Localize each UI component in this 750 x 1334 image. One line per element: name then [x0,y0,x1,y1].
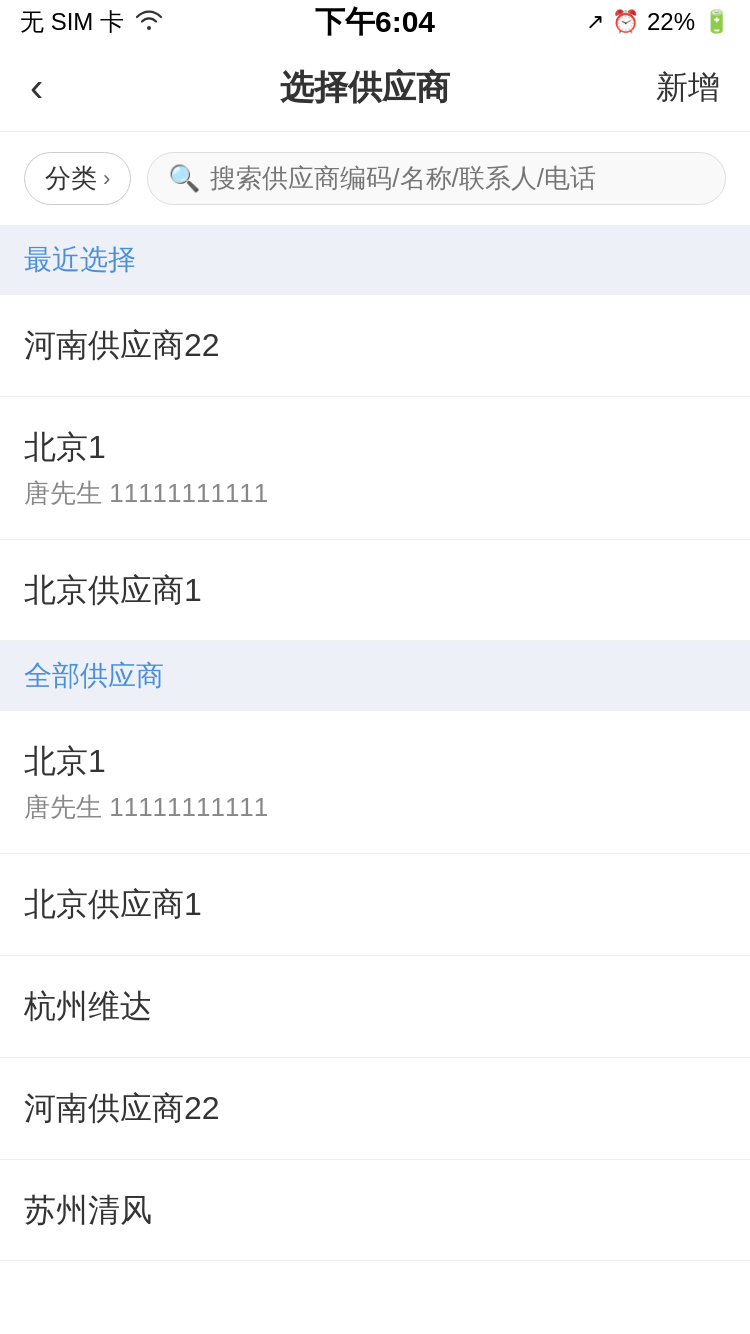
back-button[interactable]: ‹ [30,65,90,110]
location-icon: ↗ [586,9,604,35]
item-name: 河南供应商22 [24,1086,726,1131]
filter-bar: 分类 › 🔍 [0,132,750,225]
list-item[interactable]: 北京供应商1 [0,540,750,642]
battery-text: 22% [647,8,695,36]
add-new-button[interactable]: 新增 [640,66,720,110]
status-right: ↗ ⏰ 22% 🔋 [586,8,730,36]
item-name: 杭州维达 [24,984,726,1029]
recent-list: 河南供应商22 北京1 唐先生 11111111111 北京供应商1 [0,295,750,641]
status-bar: 无 SIM 卡 下午6:04 ↗ ⏰ 22% 🔋 [0,0,750,44]
search-icon: 🔍 [168,163,200,194]
category-label: 分类 [45,161,97,196]
recent-section-header: 最近选择 [0,225,750,295]
list-item[interactable]: 北京1 唐先生 11111111111 [0,397,750,540]
list-item[interactable]: 北京1 唐先生 11111111111 [0,711,750,854]
status-left: 无 SIM 卡 [20,6,164,38]
page-title: 选择供应商 [90,65,640,111]
list-item[interactable]: 苏州清风 [0,1160,750,1262]
alarm-icon: ⏰ [612,9,639,35]
search-input[interactable] [210,163,705,194]
search-box[interactable]: 🔍 [147,152,726,205]
list-item[interactable]: 杭州维达 [0,956,750,1058]
battery-icon: 🔋 [703,9,730,35]
all-section-header: 全部供应商 [0,641,750,711]
list-item[interactable]: 河南供应商22 [0,1058,750,1160]
chevron-right-icon: › [103,166,110,192]
no-sim-text: 无 SIM 卡 [20,6,124,38]
item-name: 北京1 [24,425,726,470]
status-time: 下午6:04 [315,2,435,43]
item-name: 河南供应商22 [24,323,726,368]
item-name: 苏州清风 [24,1188,726,1233]
item-contact: 唐先生 11111111111 [24,476,726,511]
item-name: 北京供应商1 [24,568,726,613]
item-name: 北京1 [24,739,726,784]
nav-bar: ‹ 选择供应商 新增 [0,44,750,132]
item-contact: 唐先生 11111111111 [24,790,726,825]
all-list: 北京1 唐先生 11111111111 北京供应商1 杭州维达河南供应商22 苏州清风 [0,711,750,1261]
category-button[interactable]: 分类 › [24,152,131,205]
list-item[interactable]: 北京供应商1 [0,854,750,956]
wifi-icon [134,8,164,36]
list-item[interactable]: 河南供应商22 [0,295,750,397]
item-name: 北京供应商1 [24,882,726,927]
